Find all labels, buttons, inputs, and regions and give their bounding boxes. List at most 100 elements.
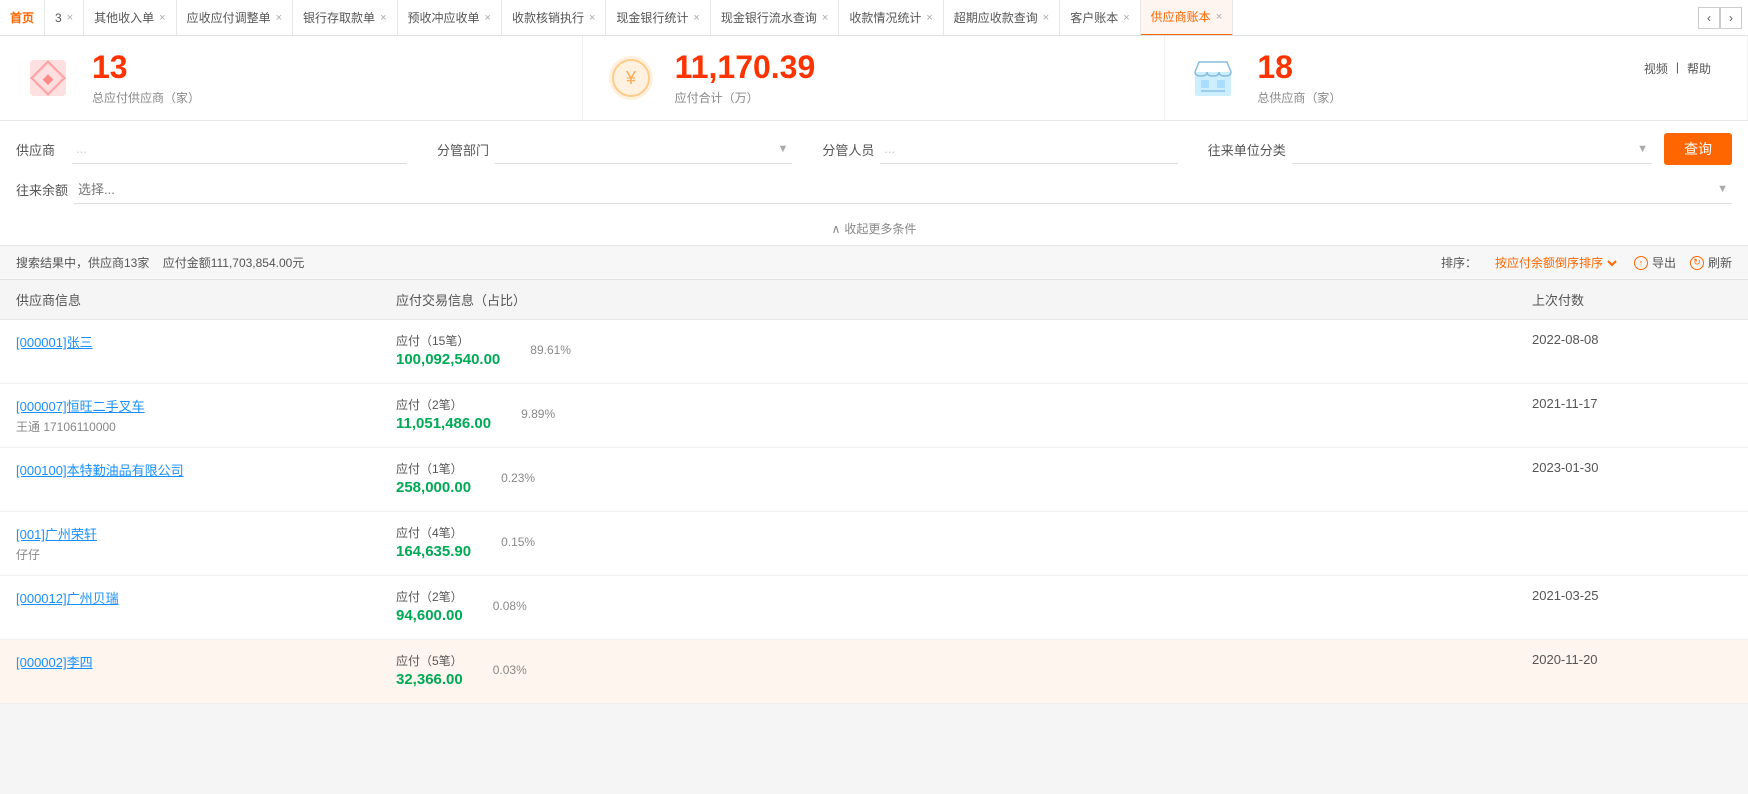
nav-tab-supplier-ledger-label: 供应商账本 xyxy=(1151,8,1211,25)
transaction-amount-2: 11,051,486.00 xyxy=(396,415,491,432)
ap-suppliers-label: 总应付供应商（家） xyxy=(92,89,200,106)
dept-filter-label: 分管部门 xyxy=(437,140,489,159)
nav-tab-bank-deposit[interactable]: 银行存取款单 × xyxy=(293,0,397,36)
table-row: [001]广州荣轩 仔仔 应付（4笔） 164,635.90 0.15% xyxy=(0,512,1748,576)
help-link[interactable]: 帮助 xyxy=(1687,60,1711,77)
dept-input[interactable] xyxy=(495,135,774,163)
nav-tab-collection-stats[interactable]: 收款情况统计 × xyxy=(839,0,943,36)
nav-tab-home[interactable]: 首页 xyxy=(0,0,45,36)
nav-tab-collection-stats-label: 收款情况统计 xyxy=(849,9,921,26)
nav-tab-overdue-ar-close[interactable]: × xyxy=(1043,12,1049,24)
nav-tab-other-income[interactable]: 其他收入单 × xyxy=(84,0,176,36)
nav-tab-cash-bank-stats[interactable]: 现金银行统计 × xyxy=(606,0,710,36)
supplier-name-3[interactable]: [000100]本特勤油品有限公司 xyxy=(16,460,396,479)
result-summary: 搜索结果中，供应商13家 应付金额111,703,854.00元 xyxy=(16,254,304,271)
supplier-name-2[interactable]: [000007]恒旺二手叉车 xyxy=(16,396,396,415)
transaction-info-1: 应付（15笔） 100,092,540.00 xyxy=(396,332,500,368)
refresh-icon: ↻ xyxy=(1690,256,1704,270)
supplier-name-1[interactable]: [000001]张三 xyxy=(16,332,396,351)
transaction-info-4: 应付（4笔） 164,635.90 xyxy=(396,524,471,560)
total-suppliers-info: 18 总供应商（家） xyxy=(1257,50,1341,106)
supplier-name-5[interactable]: [000012]广州贝瑞 xyxy=(16,588,396,607)
nav-tab-overdue-ar[interactable]: 超期应收款查询 × xyxy=(944,0,1060,36)
supplier-cell-5: [000012]广州贝瑞 xyxy=(16,588,396,607)
top-navigation: 首页 3 × 其他收入单 × 应收应付调整单 × 银行存取款单 × 预收冲应收单… xyxy=(0,0,1748,36)
filter-section: 供应商 分管部门 ▼ 分管人员 往来单位分类 ▼ 查询 xyxy=(0,121,1748,246)
nav-tab-collection-stats-close[interactable]: × xyxy=(926,12,932,24)
nav-tab-collection-verify-close[interactable]: × xyxy=(589,12,595,24)
dept-dropdown[interactable]: ▼ xyxy=(495,135,792,164)
sort-select[interactable]: 按应付余额倒序排序 xyxy=(1491,255,1620,271)
nav-tab-prepay-ar-close[interactable]: × xyxy=(485,12,491,24)
transaction-cell-2: 应付（2笔） 11,051,486.00 9.89% xyxy=(396,396,1532,432)
transaction-amount-5: 94,600.00 xyxy=(396,607,463,624)
unit-type-dropdown-arrow[interactable]: ▼ xyxy=(1633,143,1652,155)
lastpay-cell-1: 2022-08-08 xyxy=(1532,332,1732,347)
transaction-cell-3: 应付（1笔） 258,000.00 0.23% xyxy=(396,460,1532,496)
collapse-button[interactable]: ∧ 收起更多条件 xyxy=(832,220,917,237)
nav-tab-supplier-ledger[interactable]: 供应商账本 × xyxy=(1141,0,1233,36)
unit-type-input[interactable] xyxy=(1292,135,1633,163)
nav-tab-supplier-ledger-close[interactable]: × xyxy=(1216,11,1222,23)
transaction-label-1: 应付（15笔） xyxy=(396,332,500,349)
balance-filter-label: 往来余额 xyxy=(16,180,68,199)
person-filter-input[interactable] xyxy=(880,134,1177,164)
lastpay-cell-6: 2020-11-20 xyxy=(1532,652,1732,667)
dept-dropdown-arrow[interactable]: ▼ xyxy=(773,143,792,155)
export-action[interactable]: ↑ 导出 xyxy=(1634,254,1676,271)
result-bar: 搜索结果中，供应商13家 应付金额111,703,854.00元 排序： 按应付… xyxy=(0,246,1748,280)
nav-tab-bank-deposit-close[interactable]: × xyxy=(380,12,386,24)
balance-dropdown[interactable]: ▼ xyxy=(74,175,1732,204)
nav-tab-cash-bank-flow-label: 现金银行流水查询 xyxy=(721,9,817,26)
filter-dept: 分管部门 ▼ xyxy=(437,135,792,164)
nav-tab-other-income-label: 其他收入单 xyxy=(94,9,154,26)
stats-row: ◆ 13 总应付供应商（家） ¥ 11,170.39 应付合计（万） xyxy=(0,36,1748,121)
lastpay-cell-3: 2023-01-30 xyxy=(1532,460,1732,475)
filter-supplier: 供应商 xyxy=(16,134,407,164)
nav-tab-customer-ledger-close[interactable]: × xyxy=(1123,12,1129,24)
supplier-name-4[interactable]: [001]广州荣轩 xyxy=(16,524,396,543)
nav-tab-cash-bank-stats-close[interactable]: × xyxy=(693,12,699,24)
link-separator: | xyxy=(1676,60,1679,74)
filter-unit-type: 往来单位分类 ▼ xyxy=(1208,135,1652,164)
nav-next-arrow[interactable]: › xyxy=(1720,7,1742,29)
nav-tab-cash-bank-flow-close[interactable]: × xyxy=(822,12,828,24)
nav-tab-customer-ledger-label: 客户账本 xyxy=(1070,9,1118,26)
stat-card-ap-amount: ¥ 11,170.39 应付合计（万） xyxy=(583,36,1166,120)
ap-suppliers-number: 13 xyxy=(92,50,200,85)
nav-prev-arrow[interactable]: ‹ xyxy=(1698,7,1720,29)
supplier-cell-1: [000001]张三 xyxy=(16,332,396,351)
supplier-name-6[interactable]: [000002]李四 xyxy=(16,652,396,671)
nav-tab-home-label: 首页 xyxy=(10,9,34,26)
nav-tab-other-income-close[interactable]: × xyxy=(159,12,165,24)
supplier-sub-4: 仔仔 xyxy=(16,546,396,563)
nav-tab-collection-verify[interactable]: 收款核销执行 × xyxy=(502,0,606,36)
nav-tab-prepay-ar[interactable]: 预收冲应收单 × xyxy=(398,0,502,36)
transaction-info-2: 应付（2笔） 11,051,486.00 xyxy=(396,396,491,432)
nav-tab-cash-bank-flow[interactable]: 现金银行流水查询 × xyxy=(711,0,839,36)
balance-input[interactable] xyxy=(74,175,1713,203)
coin-icon: ¥ xyxy=(603,50,659,106)
unit-type-dropdown[interactable]: ▼ xyxy=(1292,135,1652,164)
supplier-filter-input[interactable] xyxy=(72,134,407,164)
sort-label: 排序： xyxy=(1441,254,1477,271)
nav-tab-ar-ap-adjust[interactable]: 应收应付调整单 × xyxy=(177,0,293,36)
refresh-action[interactable]: ↻ 刷新 xyxy=(1690,254,1732,271)
video-link[interactable]: 视频 xyxy=(1644,60,1668,77)
transaction-label-4: 应付（4笔） xyxy=(396,524,471,541)
balance-dropdown-arrow[interactable]: ▼ xyxy=(1713,183,1732,195)
nav-tab-3[interactable]: 3 × xyxy=(45,0,84,36)
nav-tab-customer-ledger[interactable]: 客户账本 × xyxy=(1060,0,1140,36)
top-right-links: 视频 | 帮助 xyxy=(1628,50,1727,87)
nav-tab-overdue-ar-label: 超期应收款查询 xyxy=(954,9,1038,26)
query-button[interactable]: 查询 xyxy=(1664,133,1732,165)
transaction-label-6: 应付（5笔） xyxy=(396,652,463,669)
filter-row-1: 供应商 分管部门 ▼ 分管人员 往来单位分类 ▼ 查询 xyxy=(16,133,1732,165)
stat-card-total-suppliers: 18 总供应商（家） 视频 | 帮助 xyxy=(1165,36,1748,120)
supplier-cell-6: [000002]李四 xyxy=(16,652,396,671)
transaction-pct-1: 89.61% xyxy=(530,343,571,357)
nav-tab-3-close[interactable]: × xyxy=(67,12,73,24)
table-row: [000012]广州贝瑞 应付（2笔） 94,600.00 0.08% 2021… xyxy=(0,576,1748,640)
nav-tab-ar-ap-adjust-close[interactable]: × xyxy=(276,12,282,24)
ap-suppliers-info: 13 总应付供应商（家） xyxy=(92,50,200,106)
